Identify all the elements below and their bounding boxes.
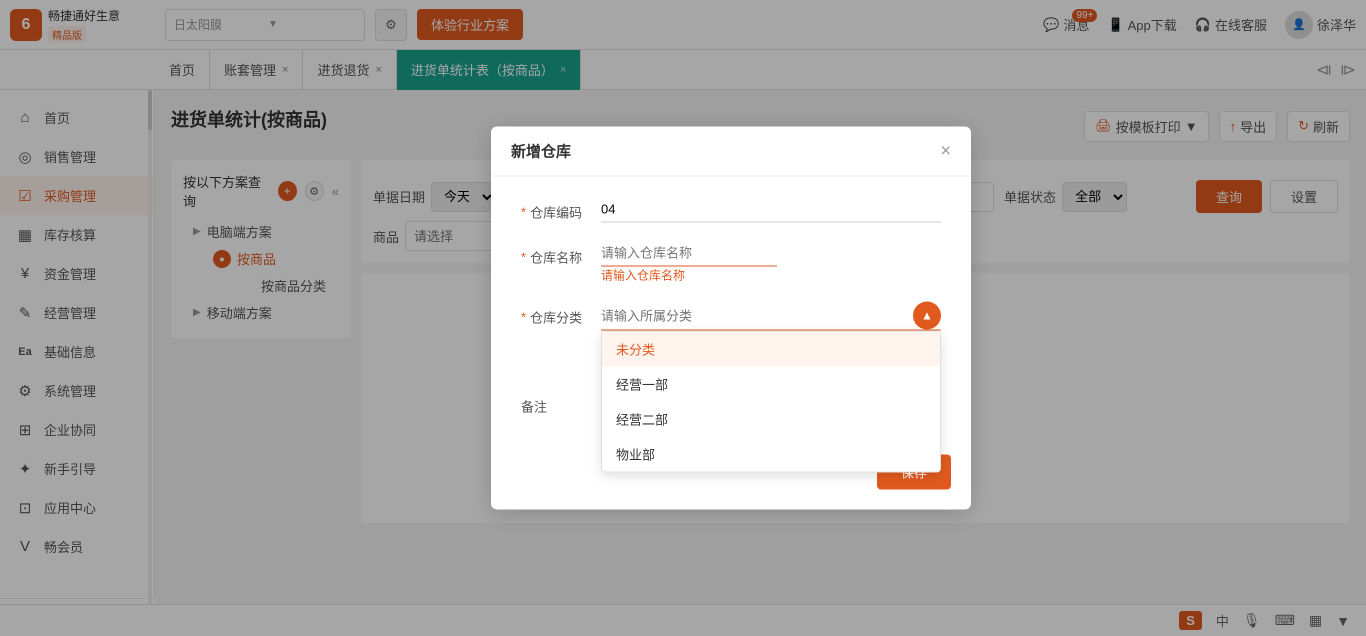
code-input[interactable] bbox=[601, 197, 941, 223]
modal-header: 新增仓库 × bbox=[491, 127, 971, 177]
category-row: * 仓库分类 ▲ 未分类 经营一部 经营二部 物业部 bbox=[521, 302, 941, 331]
modal-body: * 仓库编码 * 仓库名称 请输入仓库名称 * bbox=[491, 177, 971, 455]
category-dropdown-button[interactable]: ▲ bbox=[913, 302, 941, 330]
category-input-row: ▲ bbox=[601, 302, 941, 331]
modal-close-button[interactable]: × bbox=[940, 141, 951, 162]
name-row: * 仓库名称 请输入仓库名称 bbox=[521, 241, 941, 284]
dropdown-item-ops2[interactable]: 经营二部 bbox=[602, 402, 940, 437]
new-warehouse-modal: 新增仓库 × * 仓库编码 * 仓库名称 请输入仓库名称 bbox=[491, 127, 971, 510]
dropdown-item-property[interactable]: 物业部 bbox=[602, 437, 940, 472]
name-input-wrapper bbox=[601, 241, 777, 267]
dropdown-item-unclassified[interactable]: 未分类 bbox=[602, 332, 940, 367]
name-error-msg: 请输入仓库名称 bbox=[601, 267, 685, 284]
category-input[interactable] bbox=[601, 303, 913, 328]
dropdown-item-ops1[interactable]: 经营一部 bbox=[602, 367, 940, 402]
code-row: * 仓库编码 bbox=[521, 197, 941, 223]
code-label: * 仓库编码 bbox=[521, 197, 601, 222]
note-label: 备注 bbox=[521, 391, 601, 416]
category-dropdown-list: 未分类 经营一部 经营二部 物业部 bbox=[601, 331, 941, 473]
modal-title: 新增仓库 bbox=[511, 141, 571, 162]
name-input[interactable] bbox=[601, 241, 777, 267]
category-label: * 仓库分类 bbox=[521, 302, 601, 327]
name-label: * 仓库名称 bbox=[521, 241, 601, 266]
